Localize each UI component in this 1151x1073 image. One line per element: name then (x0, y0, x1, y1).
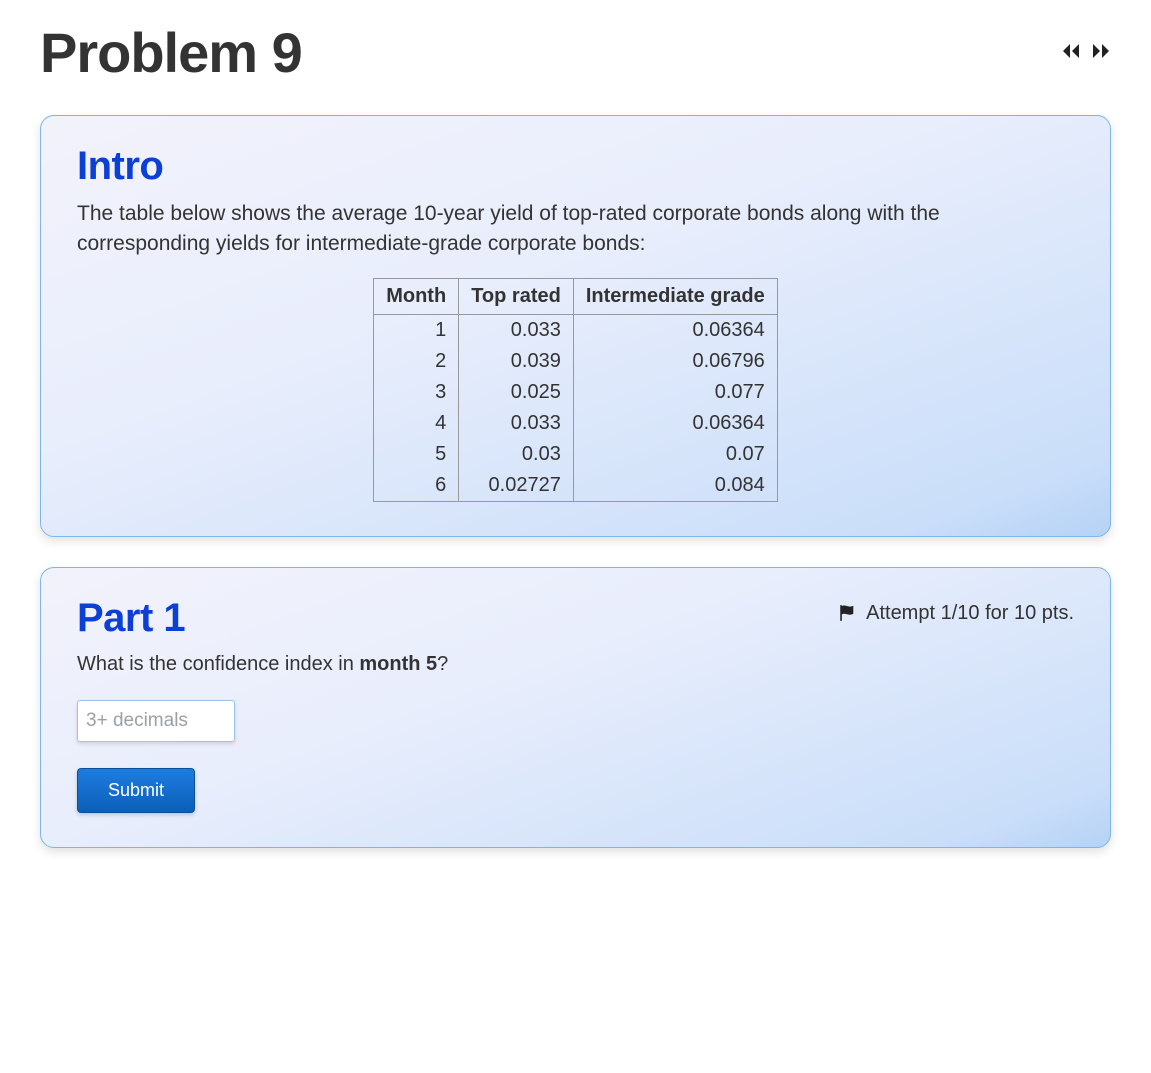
answer-input[interactable] (77, 700, 235, 742)
col-intermediate-grade: Intermediate grade (573, 278, 777, 314)
cell-top: 0.02727 (459, 470, 574, 502)
yield-table: Month Top rated Intermediate grade 1 0.0… (373, 278, 778, 502)
cell-inter: 0.06796 (573, 346, 777, 377)
table-row: 1 0.033 0.06364 (374, 314, 778, 346)
table-wrap: Month Top rated Intermediate grade 1 0.0… (77, 278, 1074, 502)
nav-arrows (1061, 40, 1111, 66)
intro-heading: Intro (77, 144, 1074, 189)
cell-month: 3 (374, 377, 459, 408)
cell-inter: 0.084 (573, 470, 777, 502)
intro-card: Intro The table below shows the average … (40, 115, 1111, 537)
attempt-box: Attempt 1/10 for 10 pts. (838, 596, 1074, 625)
cell-month: 4 (374, 408, 459, 439)
page-title: Problem 9 (40, 20, 302, 85)
part1-card: Part 1 Attempt 1/10 for 10 pts. What is … (40, 567, 1111, 848)
question-prefix: What is the confidence index in (77, 653, 359, 675)
cell-inter: 0.077 (573, 377, 777, 408)
table-header-row: Month Top rated Intermediate grade (374, 278, 778, 314)
cell-top: 0.039 (459, 346, 574, 377)
col-month: Month (374, 278, 459, 314)
part1-header-row: Part 1 Attempt 1/10 for 10 pts. (77, 596, 1074, 651)
question-text: What is the confidence index in month 5? (77, 653, 1074, 676)
flag-icon[interactable] (838, 604, 856, 622)
part1-heading: Part 1 (77, 596, 185, 641)
cell-month: 5 (374, 439, 459, 470)
cell-top: 0.033 (459, 408, 574, 439)
cell-inter: 0.06364 (573, 408, 777, 439)
col-top-rated: Top rated (459, 278, 574, 314)
cell-top: 0.03 (459, 439, 574, 470)
cell-month: 2 (374, 346, 459, 377)
cell-top: 0.025 (459, 377, 574, 408)
prev-icon[interactable] (1061, 40, 1081, 66)
header-row: Problem 9 (40, 20, 1111, 85)
table-row: 2 0.039 0.06796 (374, 346, 778, 377)
cell-month: 6 (374, 470, 459, 502)
intro-text: The table below shows the average 10-yea… (77, 199, 1074, 260)
table-row: 3 0.025 0.077 (374, 377, 778, 408)
table-row: 4 0.033 0.06364 (374, 408, 778, 439)
cell-top: 0.033 (459, 314, 574, 346)
cell-inter: 0.07 (573, 439, 777, 470)
table-row: 6 0.02727 0.084 (374, 470, 778, 502)
cell-inter: 0.06364 (573, 314, 777, 346)
table-row: 5 0.03 0.07 (374, 439, 778, 470)
question-suffix: ? (437, 653, 448, 675)
question-bold: month 5 (359, 653, 437, 675)
submit-button[interactable]: Submit (77, 768, 195, 813)
attempt-text: Attempt 1/10 for 10 pts. (866, 602, 1074, 625)
cell-month: 1 (374, 314, 459, 346)
next-icon[interactable] (1091, 40, 1111, 66)
